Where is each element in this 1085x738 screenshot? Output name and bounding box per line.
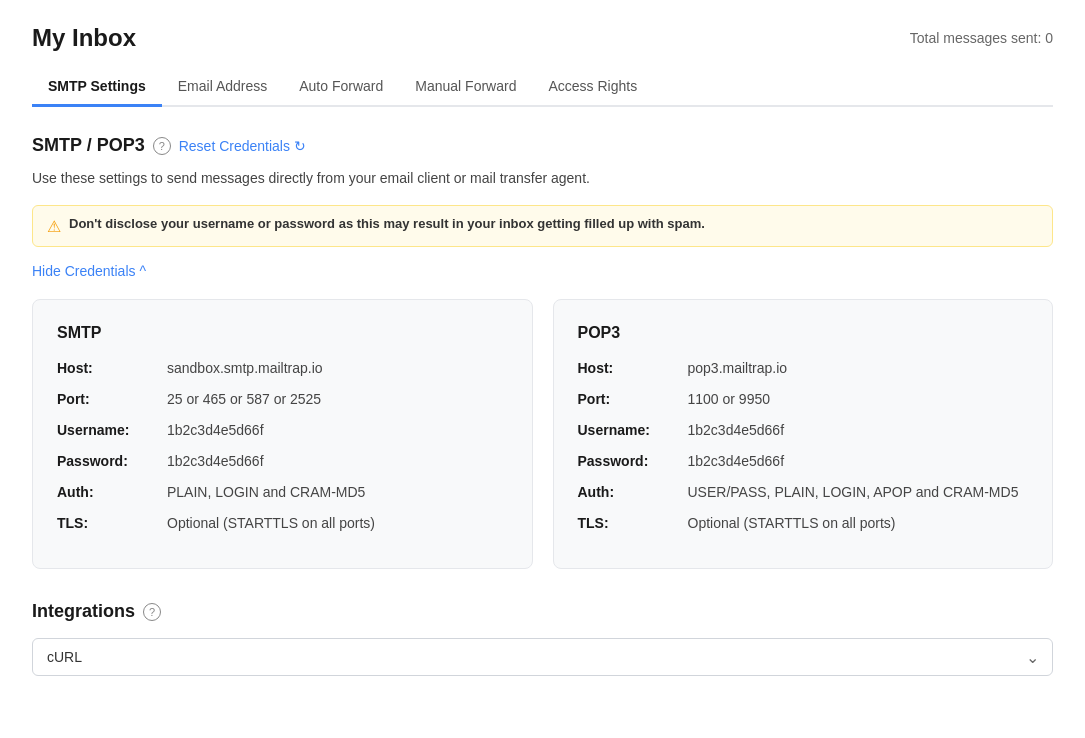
pop3-port-value: 1100 or 9950	[688, 389, 771, 410]
pop3-tls-label: TLS:	[578, 513, 688, 534]
smtp-auth-value: PLAIN, LOGIN and CRAM-MD5	[167, 482, 365, 503]
table-row: Username: 1b2c3d4e5d66f	[578, 420, 1029, 441]
pop3-auth-label: Auth:	[578, 482, 688, 503]
pop3-tls-value: Optional (STARTTLS on all ports)	[688, 513, 896, 534]
smtp-username-label: Username:	[57, 420, 167, 441]
pop3-password-label: Password:	[578, 451, 688, 472]
table-row: Port: 1100 or 9950	[578, 389, 1029, 410]
pop3-card: POP3 Host: pop3.mailtrap.io Port: 1100 o…	[553, 299, 1054, 569]
table-row: Auth: PLAIN, LOGIN and CRAM-MD5	[57, 482, 508, 503]
page-title: My Inbox	[32, 24, 136, 52]
table-row: Host: sandbox.smtp.mailtrap.io	[57, 358, 508, 379]
smtp-host-value: sandbox.smtp.mailtrap.io	[167, 358, 323, 379]
smtp-help-icon[interactable]: ?	[153, 137, 171, 155]
integrations-header: Integrations ?	[32, 601, 1053, 622]
smtp-tls-label: TLS:	[57, 513, 167, 534]
hide-credentials-button[interactable]: Hide Credentials ^	[32, 263, 146, 279]
table-row: Auth: USER/PASS, PLAIN, LOGIN, APOP and …	[578, 482, 1029, 503]
warning-text: Don't disclose your username or password…	[69, 216, 705, 231]
pop3-username-label: Username:	[578, 420, 688, 441]
warning-icon: ⚠	[47, 217, 61, 236]
smtp-username-value: 1b2c3d4e5d66f	[167, 420, 264, 441]
pop3-auth-value: USER/PASS, PLAIN, LOGIN, APOP and CRAM-M…	[688, 482, 1019, 503]
integrations-select-wrapper: cURL PHP Ruby Python Node.js Java C# ⌄	[32, 638, 1053, 676]
pop3-host-label: Host:	[578, 358, 688, 379]
warning-box: ⚠ Don't disclose your username or passwo…	[32, 205, 1053, 247]
tab-access-rights[interactable]: Access Rights	[532, 68, 653, 107]
table-row: Host: pop3.mailtrap.io	[578, 358, 1029, 379]
reset-credentials-button[interactable]: Reset Credentials ↻	[179, 138, 306, 154]
total-messages: Total messages sent: 0	[910, 30, 1053, 46]
pop3-port-label: Port:	[578, 389, 688, 410]
tab-manual-forward[interactable]: Manual Forward	[399, 68, 532, 107]
page-header: My Inbox Total messages sent: 0	[32, 24, 1053, 52]
pop3-password-value: 1b2c3d4e5d66f	[688, 451, 785, 472]
pop3-card-title: POP3	[578, 324, 1029, 342]
tab-auto-forward[interactable]: Auto Forward	[283, 68, 399, 107]
table-row: Username: 1b2c3d4e5d66f	[57, 420, 508, 441]
smtp-port-label: Port:	[57, 389, 167, 410]
integrations-help-icon[interactable]: ?	[143, 603, 161, 621]
tab-smtp-settings[interactable]: SMTP Settings	[32, 68, 162, 107]
hide-credentials-label: Hide Credentials	[32, 263, 136, 279]
chevron-up-icon: ^	[140, 263, 147, 279]
table-row: Port: 25 or 465 or 587 or 2525	[57, 389, 508, 410]
smtp-card: SMTP Host: sandbox.smtp.mailtrap.io Port…	[32, 299, 533, 569]
page-container: My Inbox Total messages sent: 0 SMTP Set…	[0, 0, 1085, 738]
integrations-title: Integrations	[32, 601, 135, 622]
table-row: Password: 1b2c3d4e5d66f	[57, 451, 508, 472]
smtp-port-value: 25 or 465 or 587 or 2525	[167, 389, 321, 410]
reset-icon: ↻	[294, 138, 306, 154]
table-row: TLS: Optional (STARTTLS on all ports)	[578, 513, 1029, 534]
tab-email-address[interactable]: Email Address	[162, 68, 283, 107]
tabs-nav: SMTP Settings Email Address Auto Forward…	[32, 68, 1053, 107]
smtp-card-title: SMTP	[57, 324, 508, 342]
smtp-host-label: Host:	[57, 358, 167, 379]
smtp-tls-value: Optional (STARTTLS on all ports)	[167, 513, 375, 534]
smtp-description: Use these settings to send messages dire…	[32, 168, 1053, 189]
smtp-pop3-cards: SMTP Host: sandbox.smtp.mailtrap.io Port…	[32, 299, 1053, 569]
integrations-select[interactable]: cURL PHP Ruby Python Node.js Java C#	[32, 638, 1053, 676]
pop3-username-value: 1b2c3d4e5d66f	[688, 420, 785, 441]
smtp-section-header: SMTP / POP3 ? Reset Credentials ↻	[32, 135, 1053, 156]
table-row: TLS: Optional (STARTTLS on all ports)	[57, 513, 508, 534]
smtp-section-title: SMTP / POP3	[32, 135, 145, 156]
smtp-auth-label: Auth:	[57, 482, 167, 503]
reset-credentials-label: Reset Credentials	[179, 138, 290, 154]
smtp-password-value: 1b2c3d4e5d66f	[167, 451, 264, 472]
smtp-password-label: Password:	[57, 451, 167, 472]
table-row: Password: 1b2c3d4e5d66f	[578, 451, 1029, 472]
pop3-host-value: pop3.mailtrap.io	[688, 358, 788, 379]
